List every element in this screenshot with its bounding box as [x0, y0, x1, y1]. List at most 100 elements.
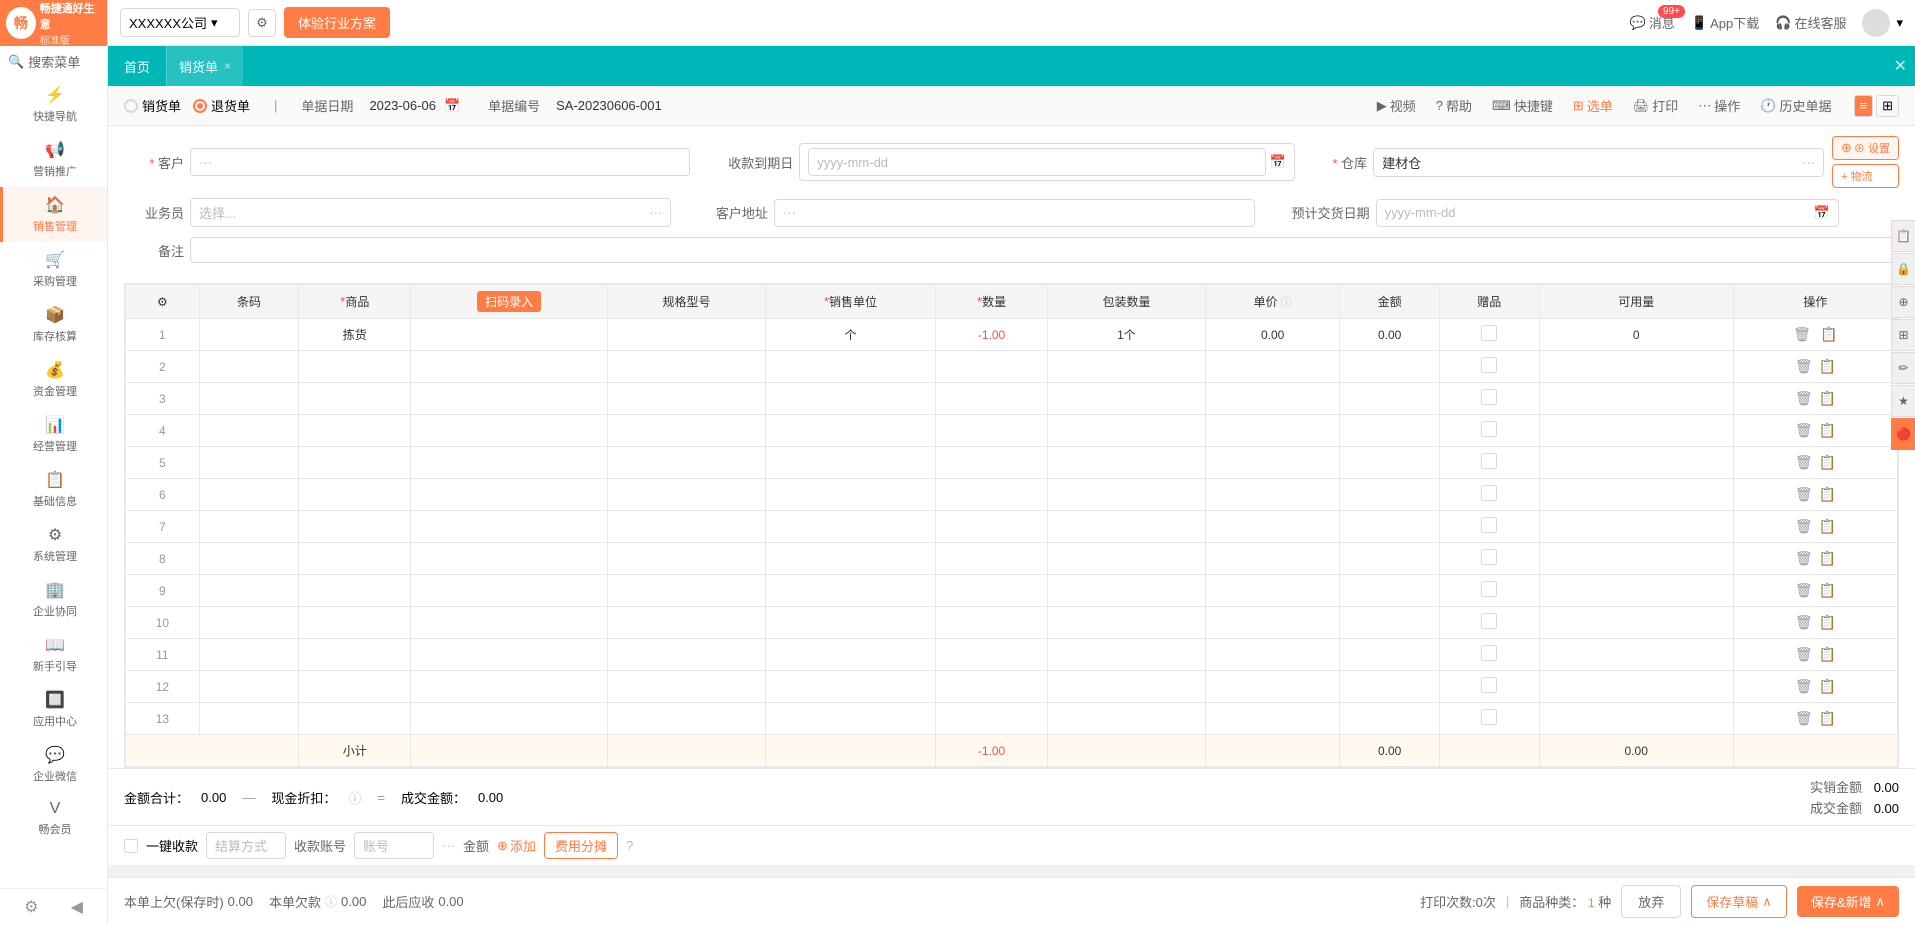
gift-checkbox[interactable]	[1481, 549, 1497, 565]
discount-help[interactable]: ⓘ	[348, 788, 361, 807]
close-all-tabs-icon[interactable]: ✕	[1894, 58, 1907, 75]
logistics-button[interactable]: + 物流	[1832, 164, 1899, 188]
delete-row-icon[interactable]: 🗑	[1795, 486, 1813, 502]
rf-btn-5[interactable]: ✏	[1891, 352, 1915, 384]
cell-unit-price[interactable]: 0.00	[1205, 319, 1339, 351]
filter-btn[interactable]: ⊞ 选单	[1567, 94, 1619, 117]
gift-checkbox[interactable]	[1481, 709, 1497, 725]
customer-input[interactable]: ···	[190, 148, 690, 176]
cell-product[interactable]: 拣货	[299, 319, 411, 351]
save-draft-button[interactable]: 保存草稿 ∧	[1691, 885, 1787, 918]
save-new-button[interactable]: 保存&新增 ∧	[1797, 886, 1899, 917]
copy-row-icon[interactable]: 📋	[1819, 518, 1836, 534]
calendar-icon[interactable]: 📅	[444, 98, 460, 114]
sidebar-item-operations[interactable]: 📊 经营管理	[0, 407, 107, 462]
sidebar-item-enterprise[interactable]: 🏢 企业协同	[0, 572, 107, 627]
grid-view-btn[interactable]: ⊞	[1876, 95, 1899, 117]
expense-help-icon[interactable]: ?	[626, 838, 633, 853]
gift-checkbox[interactable]	[1481, 645, 1497, 661]
sidebar-item-guide[interactable]: 📖 新手引导	[0, 627, 107, 682]
sidebar-item-wechat[interactable]: 💬 企业微信	[0, 737, 107, 792]
gift-checkbox[interactable]	[1481, 677, 1497, 693]
settings-bottom-icon[interactable]: ⚙	[24, 897, 38, 917]
copy-row-icon[interactable]: 📋	[1820, 326, 1837, 342]
message-button[interactable]: 💬 消息 99+	[1630, 13, 1675, 32]
radio-sales[interactable]: 销货单	[124, 96, 181, 115]
account-select[interactable]: 账号	[354, 832, 434, 859]
sidebar-item-marketing[interactable]: 📢 营销推广	[0, 132, 107, 187]
sidebar-item-finance[interactable]: 💰 资金管理	[0, 352, 107, 407]
delete-row-icon[interactable]: 🗑	[1795, 390, 1813, 406]
company-selector[interactable]: XXXXXX公司 ▾	[120, 8, 240, 37]
cell-gift[interactable]	[1439, 319, 1539, 351]
cell-unit[interactable]: 个	[765, 319, 935, 351]
delete-row-icon[interactable]: 🗑	[1795, 422, 1813, 438]
gift-checkbox[interactable]	[1481, 325, 1497, 341]
salesman-input[interactable]: 选择... ···	[190, 198, 671, 227]
copy-row-icon[interactable]: 📋	[1819, 550, 1836, 566]
gift-checkbox[interactable]	[1481, 453, 1497, 469]
remarks-input[interactable]	[190, 237, 1899, 263]
delete-row-icon[interactable]: 🗑	[1795, 358, 1813, 374]
sidebar-item-apps[interactable]: 🔲 应用中心	[0, 682, 107, 737]
one-click-payment-checkbox[interactable]	[124, 839, 138, 853]
list-view-btn[interactable]: ≡	[1854, 95, 1874, 117]
sidebar-item-purchase[interactable]: 🛒 采购管理	[0, 242, 107, 297]
copy-row-icon[interactable]: 📋	[1819, 646, 1836, 662]
th-settings[interactable]: ⚙	[126, 285, 200, 319]
copy-row-icon[interactable]: 📋	[1819, 582, 1836, 598]
copy-row-icon[interactable]: 📋	[1819, 390, 1836, 406]
delete-row-icon[interactable]: 🗑	[1795, 678, 1813, 694]
sidebar-item-vip[interactable]: V 畅会员	[0, 792, 107, 845]
rf-btn-1[interactable]: 📋	[1891, 220, 1915, 252]
gift-checkbox[interactable]	[1481, 485, 1497, 501]
tab-close-icon[interactable]: ×	[224, 59, 231, 73]
gift-checkbox[interactable]	[1481, 389, 1497, 405]
delete-row-icon[interactable]: 🗑	[1795, 454, 1813, 470]
copy-row-icon[interactable]: 📋	[1819, 710, 1836, 726]
total-owed-help-icon[interactable]: ⓘ	[325, 893, 337, 910]
sidebar-item-system[interactable]: ⚙ 系统管理	[0, 517, 107, 572]
shortcut-btn[interactable]: ⌨ 快捷键	[1486, 94, 1559, 117]
rf-btn-orange[interactable]: 🔴	[1891, 418, 1915, 450]
delete-row-icon[interactable]: 🗑	[1795, 646, 1813, 662]
rf-btn-2[interactable]: 🔒	[1891, 253, 1915, 285]
delete-row-icon[interactable]: 🗑	[1795, 582, 1813, 598]
tab-sales-order[interactable]: 销货单 ×	[166, 46, 243, 86]
customer-address-input[interactable]: ···	[774, 199, 1255, 227]
copy-row-icon[interactable]: 📋	[1819, 422, 1836, 438]
app-download-button[interactable]: 📱 App下载	[1691, 13, 1759, 32]
copy-row-icon[interactable]: 📋	[1819, 678, 1836, 694]
warehouse-input[interactable]: 建材仓 ···	[1373, 148, 1824, 177]
online-service-button[interactable]: 🎧 在线客服	[1775, 13, 1846, 32]
payment-date-input[interactable]: yyyy-mm-dd 📅	[799, 143, 1294, 181]
history-btn[interactable]: 🕐 历史单据	[1754, 94, 1837, 117]
sidebar-item-sales[interactable]: 🏠 销售管理	[0, 187, 107, 242]
expense-split-btn[interactable]: 费用分摊	[544, 832, 618, 859]
scan-button[interactable]: 扫码录入	[477, 291, 541, 312]
help-btn[interactable]: ? 帮助	[1430, 94, 1478, 117]
copy-row-icon[interactable]: 📋	[1819, 486, 1836, 502]
cell-amount[interactable]: 0.00	[1340, 319, 1440, 351]
gift-checkbox[interactable]	[1481, 581, 1497, 597]
delete-row-icon[interactable]: 🗑	[1793, 326, 1811, 342]
discard-button[interactable]: 放弃	[1621, 885, 1681, 918]
settlement-select[interactable]: 结算方式	[206, 832, 286, 859]
tab-home[interactable]: 首页	[108, 46, 166, 86]
sidebar-item-quick-nav[interactable]: ⚡ 快捷导航	[0, 77, 107, 132]
delete-row-icon[interactable]: 🗑	[1795, 710, 1813, 726]
delete-row-icon[interactable]: 🗑	[1795, 550, 1813, 566]
cell-spec-scan[interactable]	[411, 319, 608, 351]
expected-date-input[interactable]: yyyy-mm-dd 📅	[1376, 199, 1839, 227]
gift-checkbox[interactable]	[1481, 357, 1497, 373]
print-btn[interactable]: 🖨 打印	[1627, 94, 1685, 117]
video-btn[interactable]: ▶ 视频	[1371, 94, 1422, 117]
sidebar-item-basic[interactable]: 📋 基础信息	[0, 462, 107, 517]
radio-return[interactable]: 退货单	[193, 96, 250, 115]
user-area[interactable]: ▾	[1862, 9, 1903, 37]
sidebar-search[interactable]: 🔍 搜索菜单	[0, 46, 107, 77]
rf-btn-4[interactable]: ⊞	[1891, 319, 1915, 351]
sidebar-item-inventory[interactable]: 📦 库存核算	[0, 297, 107, 352]
rf-btn-3[interactable]: ⊕	[1891, 286, 1915, 318]
delete-row-icon[interactable]: 🗑	[1795, 518, 1813, 534]
